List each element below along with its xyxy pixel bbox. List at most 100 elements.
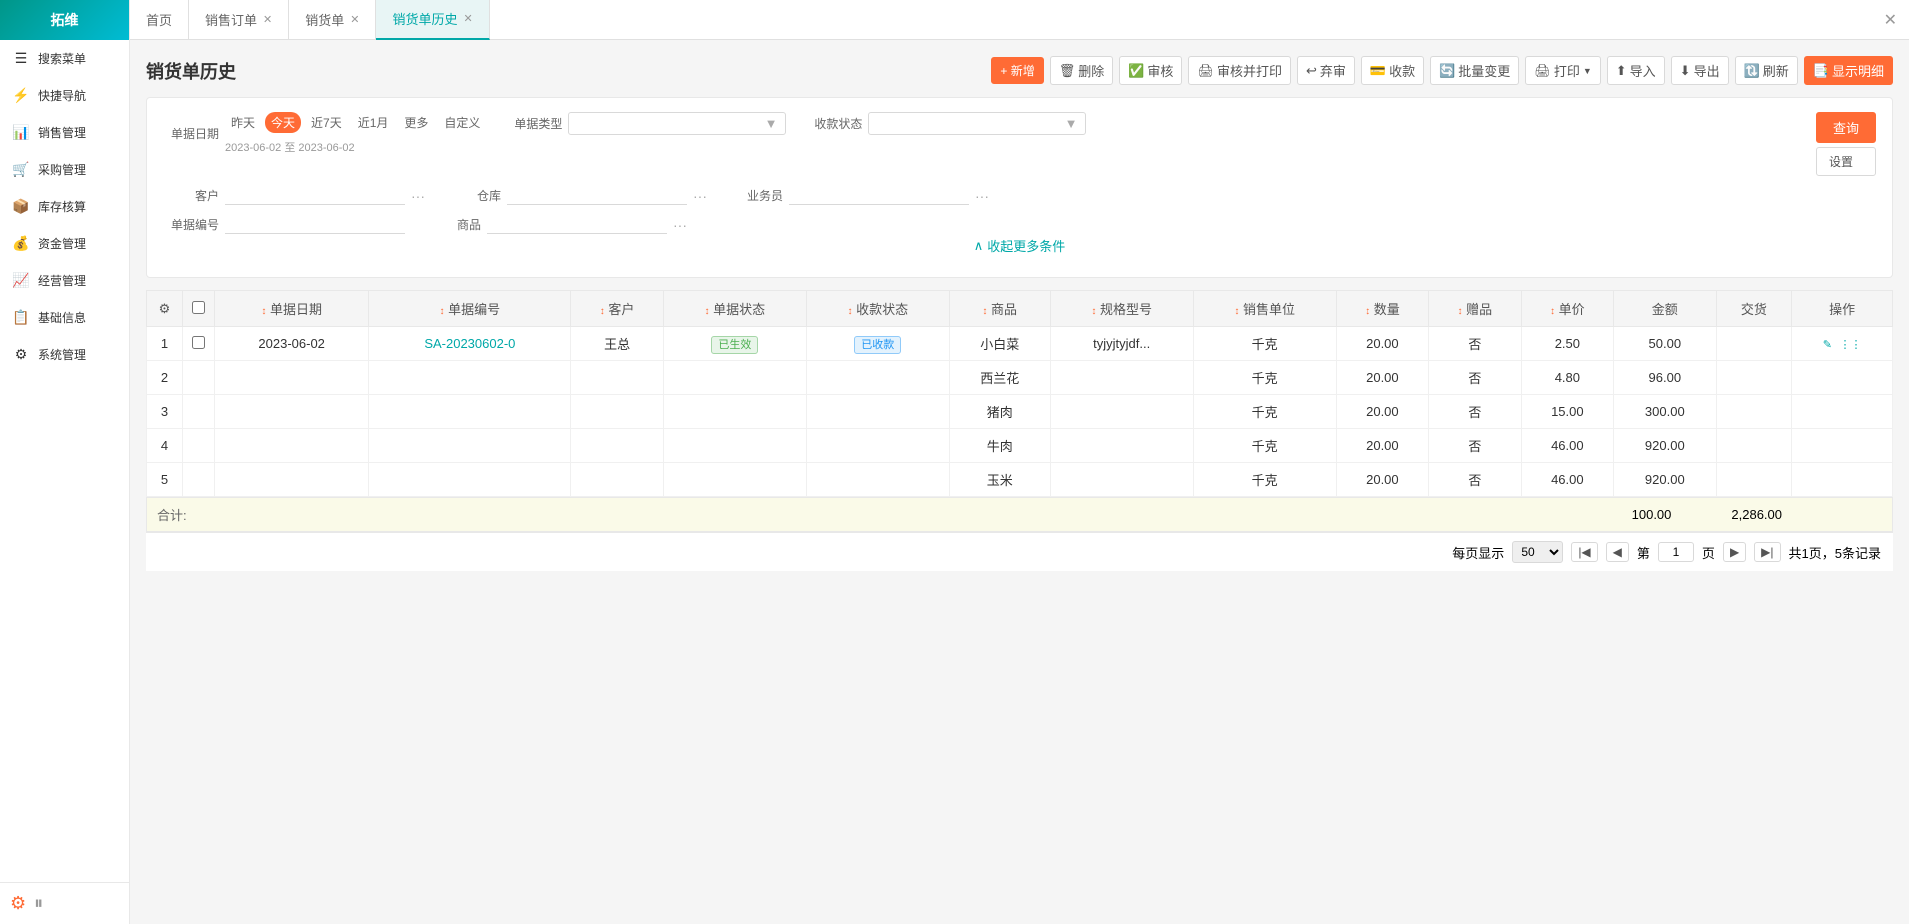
row2-amount: 96.00: [1614, 361, 1716, 395]
toolbar: + 新增 🗑 删除 ✅ 审核 🖨 审核并打印 ↩ 弃审: [991, 56, 1893, 85]
customer-input[interactable]: [225, 186, 405, 205]
row1-doc-no-link[interactable]: SA-20230602-0: [424, 336, 515, 351]
sidebar-item-quick[interactable]: ⚡ 快捷导航: [0, 77, 129, 114]
row4-amount: 920.00: [1614, 429, 1716, 463]
payment-status-filter: 收款状态 ▼: [806, 112, 1086, 135]
new-button[interactable]: + 新增: [991, 57, 1043, 84]
sidebar-item-search[interactable]: ☰ 搜索菜单: [0, 40, 129, 77]
page-content: 销货单历史 + 新增 🗑 删除 ✅ 审核 🖨 审核并打印 ↩ 弃审: [130, 40, 1909, 924]
sales-icon: 📊: [12, 124, 30, 141]
review-button[interactable]: ✅ 审核: [1119, 56, 1182, 85]
warehouse-dots[interactable]: ···: [693, 188, 707, 204]
tab-home[interactable]: 首页: [130, 0, 189, 40]
query-button[interactable]: 查询: [1816, 112, 1876, 143]
sidebar-item-finance[interactable]: 💰 资金管理: [0, 225, 129, 262]
customer-filter: 客户 ···: [163, 186, 425, 205]
customer-label: 客户: [163, 187, 219, 204]
delete-button[interactable]: 🗑 删除: [1050, 56, 1114, 85]
col-date[interactable]: ↕ 单据日期: [215, 291, 369, 327]
batch-change-button[interactable]: 🔄 批量变更: [1430, 56, 1519, 85]
sidebar-item-system[interactable]: ⚙ 系统管理: [0, 336, 129, 373]
row5-amount: 920.00: [1614, 463, 1716, 497]
show-detail-button[interactable]: 📑 显示明细: [1804, 56, 1893, 85]
date-tab-custom[interactable]: 自定义: [438, 112, 486, 133]
tab-sales-history[interactable]: 销货单历史 ✕: [376, 0, 489, 40]
tab-sales-history-close[interactable]: ✕: [464, 12, 473, 25]
row1-spec: tyjyjtyjdf...: [1050, 327, 1193, 361]
warehouse-label: 仓库: [445, 187, 501, 204]
collapse-button[interactable]: ∧ 收起更多条件: [974, 236, 1066, 255]
salesperson-dots[interactable]: ···: [975, 188, 989, 204]
row4-price: 46.00: [1521, 429, 1613, 463]
filter-row-3: 单据编号 商品 ···: [163, 215, 1876, 234]
row1-select[interactable]: [192, 336, 205, 349]
date-tab-more[interactable]: 更多: [398, 112, 434, 133]
row2-customer: [571, 361, 663, 395]
print-button[interactable]: 🖨 打印 ▼: [1525, 56, 1600, 85]
tab-sales-order[interactable]: 销售订单 ✕: [189, 0, 289, 40]
col-pay-status[interactable]: ↕ 收款状态: [806, 291, 949, 327]
last-page-button[interactable]: ▶|: [1754, 542, 1780, 562]
sidebar-item-sales[interactable]: 📊 销售管理: [0, 114, 129, 151]
date-tab-7days[interactable]: 近7天: [305, 112, 348, 133]
date-tab-yesterday[interactable]: 昨天: [225, 112, 261, 133]
print-dropdown-icon: ▼: [1583, 66, 1592, 76]
doc-no-input[interactable]: [225, 215, 405, 234]
page-input[interactable]: [1658, 542, 1694, 562]
next-page-button[interactable]: ▶: [1723, 542, 1746, 562]
col-goods[interactable]: ↕ 商品: [949, 291, 1050, 327]
date-tab-1month[interactable]: 近1月: [352, 112, 395, 133]
sidebar-item-inventory[interactable]: 📦 库存核算: [0, 188, 129, 225]
date-tab-today[interactable]: 今天: [265, 112, 301, 133]
collapse-icon[interactable]: ⏸: [34, 893, 43, 914]
customer-dots[interactable]: ···: [411, 188, 425, 204]
col-spec[interactable]: ↕ 规格型号: [1050, 291, 1193, 327]
tab-sales-delivery[interactable]: 销货单 ✕: [289, 0, 376, 40]
col-doc-no[interactable]: ↕ 单据编号: [369, 291, 571, 327]
abandon-button[interactable]: ↩ 弃审: [1297, 56, 1355, 85]
select-all-checkbox[interactable]: [192, 301, 205, 314]
col-settings[interactable]: ⚙: [147, 291, 183, 327]
goods-filter: 商品 ···: [425, 215, 687, 234]
col-unit[interactable]: ↕ 销售单位: [1193, 291, 1336, 327]
import-button[interactable]: ⬆ 导入: [1607, 56, 1665, 85]
col-doc-status[interactable]: ↕ 单据状态: [663, 291, 806, 327]
table-row: 3 猪肉 千克 20.00 否 15.00 300.00: [147, 395, 1893, 429]
sort-icon-qty: ↕: [1365, 306, 1370, 317]
basicinfo-icon: 📋: [12, 309, 30, 326]
tab-sales-order-close[interactable]: ✕: [263, 13, 272, 26]
col-gift[interactable]: ↕ 赠品: [1429, 291, 1521, 327]
payment-status-label: 收款状态: [806, 115, 862, 132]
row1-more-btn[interactable]: ⋮⋮: [1840, 339, 1862, 351]
date-filter-item: 单据日期 昨天 今天 近7天 近1月 更多 自定义 2023-06-02 至 2…: [163, 112, 486, 155]
review-print-button[interactable]: 🖨 审核并打印: [1188, 56, 1291, 85]
total-qty: 100.00: [1632, 507, 1672, 522]
warehouse-input[interactable]: [507, 186, 687, 205]
page-size-select[interactable]: 50 100 200: [1512, 541, 1563, 563]
row1-edit-btn[interactable]: ✎: [1823, 339, 1832, 351]
close-all-tabs[interactable]: ✕: [1872, 10, 1909, 30]
sidebar-item-basic-info[interactable]: 📋 基础信息: [0, 299, 129, 336]
salesperson-input[interactable]: [789, 186, 969, 205]
first-page-button[interactable]: |◀: [1571, 542, 1597, 562]
export-button[interactable]: ⬇ 导出: [1671, 56, 1729, 85]
doc-type-select[interactable]: ▼: [568, 112, 786, 135]
tab-sales-delivery-close[interactable]: ✕: [350, 13, 359, 26]
col-price[interactable]: ↕ 单价: [1521, 291, 1613, 327]
prev-page-button[interactable]: ◀: [1606, 542, 1629, 562]
sidebar-item-purchase[interactable]: 🛒 采购管理: [0, 151, 129, 188]
refresh-button[interactable]: 🔃 刷新: [1735, 56, 1798, 85]
col-customer[interactable]: ↕ 客户: [571, 291, 663, 327]
settings-button[interactable]: 设置: [1816, 147, 1876, 176]
payment-status-select[interactable]: ▼: [868, 112, 1086, 135]
finance-icon: 💰: [12, 235, 30, 252]
goods-dots[interactable]: ···: [673, 217, 687, 233]
settings-bottom-icon[interactable]: ⚙: [10, 893, 26, 914]
sidebar-item-operations[interactable]: 📈 经营管理: [0, 262, 129, 299]
goods-input[interactable]: [487, 215, 667, 234]
sidebar-logo: 拓维: [0, 0, 129, 40]
system-icon: ⚙: [12, 346, 30, 363]
row1-doc-no[interactable]: SA-20230602-0: [369, 327, 571, 361]
col-qty[interactable]: ↕ 数量: [1336, 291, 1428, 327]
collect-button[interactable]: 💳 收款: [1361, 56, 1424, 85]
